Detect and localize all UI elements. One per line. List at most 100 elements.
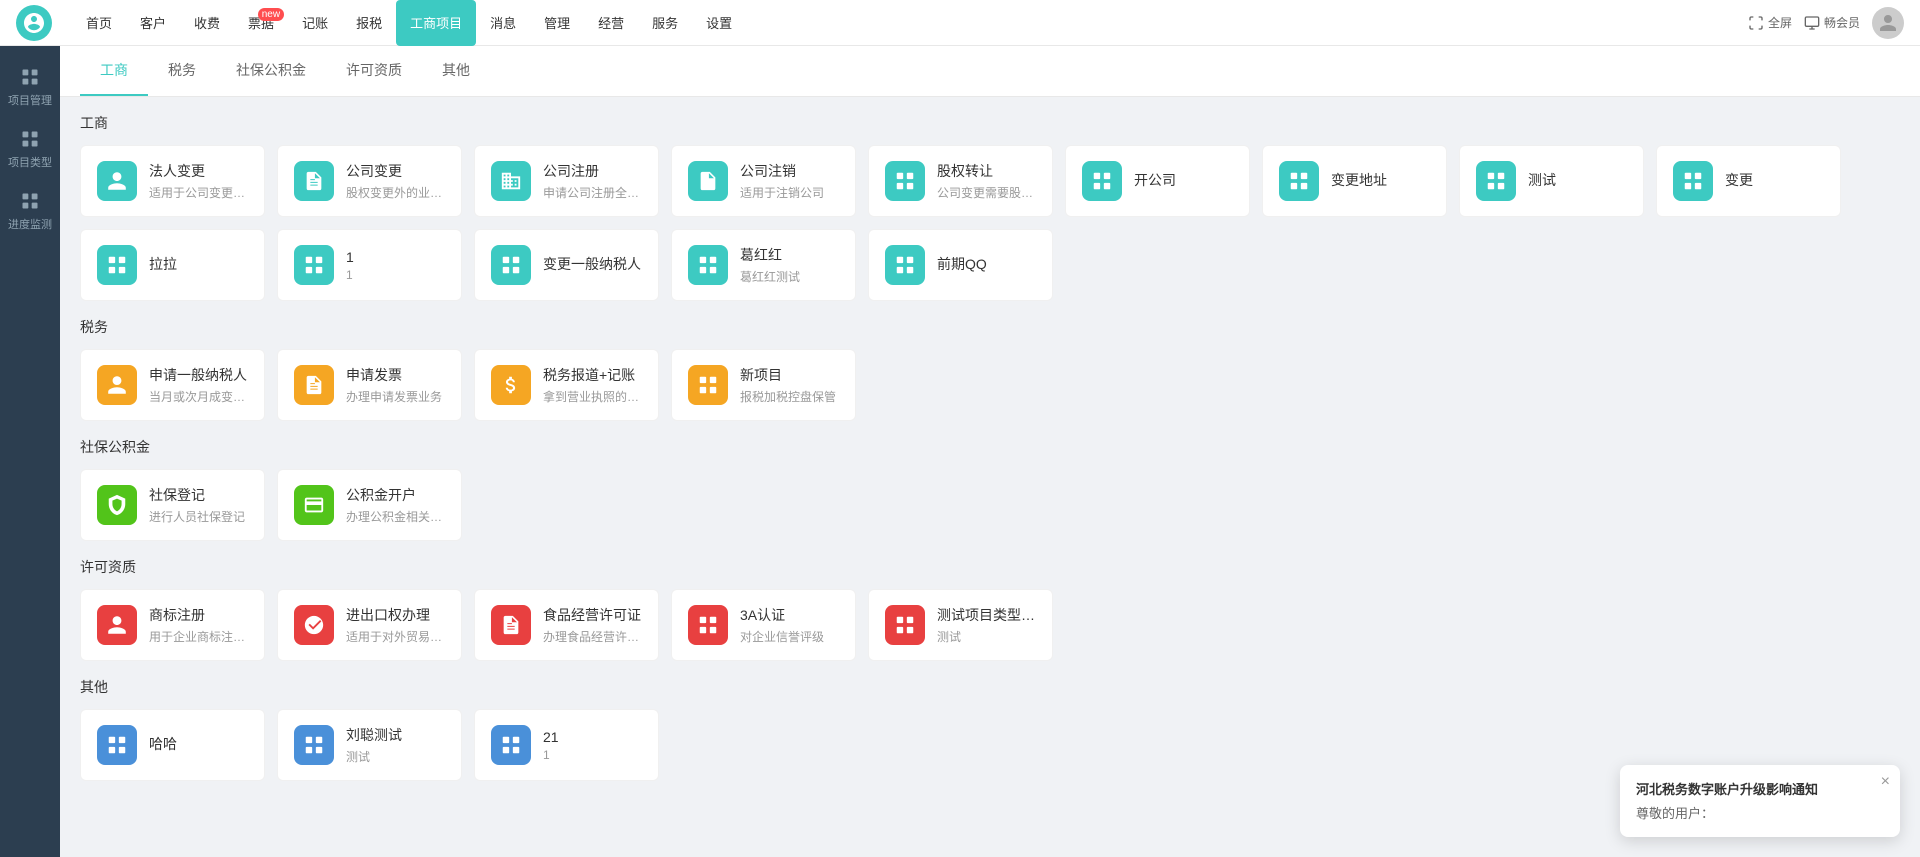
card-icon-ceshi xyxy=(1476,161,1516,201)
progress-icon xyxy=(19,190,41,212)
nav-operation[interactable]: 经营 xyxy=(584,0,638,46)
user-avatar[interactable] xyxy=(1872,7,1904,39)
sidebar-item-progress[interactable]: 进度监测 xyxy=(0,180,60,242)
nav-manage[interactable]: 管理 xyxy=(530,0,584,46)
card-text-jckq: 进出口权办理 适用于对外贸易经营者 xyxy=(346,605,445,645)
card-one[interactable]: 1 1 xyxy=(277,229,462,301)
card-text-zhuxiao: 公司注销 适用于注销公司 xyxy=(740,161,839,201)
nav-items: 首页 客户 收费 票据 new 记账 报税 工商项目 消息 管理 经营 服务 设… xyxy=(72,0,1748,46)
nav-settings[interactable]: 设置 xyxy=(692,0,746,46)
fullscreen-button[interactable]: 全屏 xyxy=(1748,14,1792,31)
nav-customer[interactable]: 客户 xyxy=(126,0,180,46)
card-swbd[interactable]: 税务报道+记账 拿到营业执照的新公司 xyxy=(474,349,659,421)
card-spjyxkz[interactable]: 食品经营许可证 办理食品经营许可证 xyxy=(474,589,659,661)
card-zhuxiao[interactable]: 公司注销 适用于注销公司 xyxy=(671,145,856,217)
card-icon-sbdj xyxy=(97,485,137,525)
card-icon-lala xyxy=(97,245,137,285)
card-xinxiangmu[interactable]: 新项目 报税加税控盘保管 xyxy=(671,349,856,421)
nav-bookkeeping[interactable]: 记账 xyxy=(288,0,342,46)
card-biangengdizhi[interactable]: 变更地址 xyxy=(1262,145,1447,217)
card-text-biangengnas: 变更一般纳税人 xyxy=(543,254,642,277)
card-zhuce[interactable]: 公司注册 申请公司注册全流程 xyxy=(474,145,659,217)
card-cslxzdyq[interactable]: 测试项目类型自定义 测试 xyxy=(868,589,1053,661)
member-button[interactable]: 畅会员 xyxy=(1804,14,1860,31)
project-type-icon xyxy=(19,128,41,150)
card-sbzc[interactable]: 商标注册 用于企业商标注册服务 xyxy=(80,589,265,661)
card-icon-biangeng2 xyxy=(1673,161,1713,201)
section-title-gongshang: 工商 xyxy=(80,113,1900,133)
card-kaigongsi[interactable]: 开公司 xyxy=(1065,145,1250,217)
card-icon-sqnas xyxy=(97,365,137,405)
sidebar: 项目管理 项目类型 进度监测 xyxy=(0,46,60,857)
nav-service[interactable]: 服务 xyxy=(638,0,692,46)
sidebar-item-project-manage[interactable]: 项目管理 xyxy=(0,56,60,118)
tab-shuiwu[interactable]: 税务 xyxy=(148,46,216,96)
notification-close-button[interactable]: × xyxy=(1881,773,1890,791)
card-biangeng2[interactable]: 变更 xyxy=(1656,145,1841,217)
card-text-zhuce: 公司注册 申请公司注册全流程 xyxy=(543,161,642,201)
content-area: 工商 法人变更 适用于公司变更法人 公司变更 股权变更外的业务变更 xyxy=(60,97,1920,813)
nav-invoice[interactable]: 票据 new xyxy=(234,0,288,46)
card-icon-cslxzdyq xyxy=(885,605,925,645)
card-gjjkh[interactable]: 公积金开户 办理公积金相关业务 xyxy=(277,469,462,541)
new-badge: new xyxy=(258,8,284,21)
card-text-cslxzdyq: 测试项目类型自定义 测试 xyxy=(937,605,1036,645)
card-qianqiqq[interactable]: 前期QQ xyxy=(868,229,1053,301)
card-gqzr[interactable]: 股权转让 公司变更需要股权转让 xyxy=(868,145,1053,217)
card-text-xinxiangmu: 新项目 报税加税控盘保管 xyxy=(740,365,839,405)
card-gehonghong[interactable]: 葛红红 葛红红测试 xyxy=(671,229,856,301)
card-biangengnas[interactable]: 变更一般纳税人 xyxy=(474,229,659,301)
card-21[interactable]: 21 1 xyxy=(474,709,659,781)
nav-home[interactable]: 首页 xyxy=(72,0,126,46)
section-title-xuke: 许可资质 xyxy=(80,557,1900,577)
card-text-faziren: 法人变更 适用于公司变更法人 xyxy=(149,161,248,201)
sidebar-item-project-type[interactable]: 项目类型 xyxy=(0,118,60,180)
card-faziren[interactable]: 法人变更 适用于公司变更法人 xyxy=(80,145,265,217)
card-icon-spjyxkz xyxy=(491,605,531,645)
card-text-sqfp: 申请发票 办理申请发票业务 xyxy=(346,365,445,405)
sidebar-label-project-manage: 项目管理 xyxy=(8,92,52,108)
card-liucongcs[interactable]: 刘聪测试 测试 xyxy=(277,709,462,781)
sidebar-label-project-type: 项目类型 xyxy=(8,154,52,170)
cards-grid-shebao: 社保登记 进行人员社保登记 公积金开户 办理公积金相关业务 xyxy=(80,469,1900,541)
main-content: 工商 税务 社保公积金 许可资质 其他 新增业务类型 刷新 工商 法人变更 xyxy=(60,46,1920,857)
card-icon-xinxiangmu xyxy=(688,365,728,405)
card-text-gqzr: 股权转让 公司变更需要股权转让 xyxy=(937,161,1036,201)
card-icon-gjjkh xyxy=(294,485,334,525)
card-gsbiangeng[interactable]: 公司变更 股权变更外的业务变更 xyxy=(277,145,462,217)
tab-xuke[interactable]: 许可资质 xyxy=(326,46,422,96)
card-icon-swbd xyxy=(491,365,531,405)
nav-tax[interactable]: 报税 xyxy=(342,0,396,46)
card-icon-sqfp xyxy=(294,365,334,405)
tab-shebao[interactable]: 社保公积金 xyxy=(216,46,326,96)
card-text-biangeng2: 变更 xyxy=(1725,170,1824,193)
card-sqfp[interactable]: 申请发票 办理申请发票业务 xyxy=(277,349,462,421)
nav-billing[interactable]: 收费 xyxy=(180,0,234,46)
tab-gongshang[interactable]: 工商 xyxy=(80,46,148,96)
card-text-ceshi: 测试 xyxy=(1528,170,1627,193)
sub-nav: 工商 税务 社保公积金 许可资质 其他 xyxy=(60,46,1920,97)
nav-business[interactable]: 工商项目 xyxy=(396,0,476,46)
card-haha[interactable]: 哈哈 xyxy=(80,709,265,781)
card-sbdj[interactable]: 社保登记 进行人员社保登记 xyxy=(80,469,265,541)
top-nav: 首页 客户 收费 票据 new 记账 报税 工商项目 消息 管理 经营 服务 设… xyxy=(0,0,1920,46)
card-icon-one xyxy=(294,245,334,285)
card-3a[interactable]: 3A认证 对企业信誉评级 xyxy=(671,589,856,661)
card-icon-haha xyxy=(97,725,137,765)
card-text-gsbiangeng: 公司变更 股权变更外的业务变更 xyxy=(346,161,445,201)
cards-grid-gongshang: 法人变更 适用于公司变更法人 公司变更 股权变更外的业务变更 公司注册 xyxy=(80,145,1900,301)
tab-other[interactable]: 其他 xyxy=(422,46,490,96)
sub-nav-wrapper: 工商 税务 社保公积金 许可资质 其他 新增业务类型 刷新 xyxy=(60,46,1920,97)
card-icon-qianqiqq xyxy=(885,245,925,285)
card-text-21: 21 1 xyxy=(543,729,642,762)
card-text-biangengdizhi: 变更地址 xyxy=(1331,170,1430,193)
card-ceshi[interactable]: 测试 xyxy=(1459,145,1644,217)
card-lala[interactable]: 拉拉 xyxy=(80,229,265,301)
card-jckq[interactable]: 进出口权办理 适用于对外贸易经营者 xyxy=(277,589,462,661)
card-sqnas[interactable]: 申请一般纳税人 当月或次月成变更完成 xyxy=(80,349,265,421)
card-icon-biangengnas xyxy=(491,245,531,285)
card-text-qianqiqq: 前期QQ xyxy=(937,254,1036,277)
card-icon-jckq xyxy=(294,605,334,645)
nav-message[interactable]: 消息 xyxy=(476,0,530,46)
card-icon-zhuxiao xyxy=(688,161,728,201)
